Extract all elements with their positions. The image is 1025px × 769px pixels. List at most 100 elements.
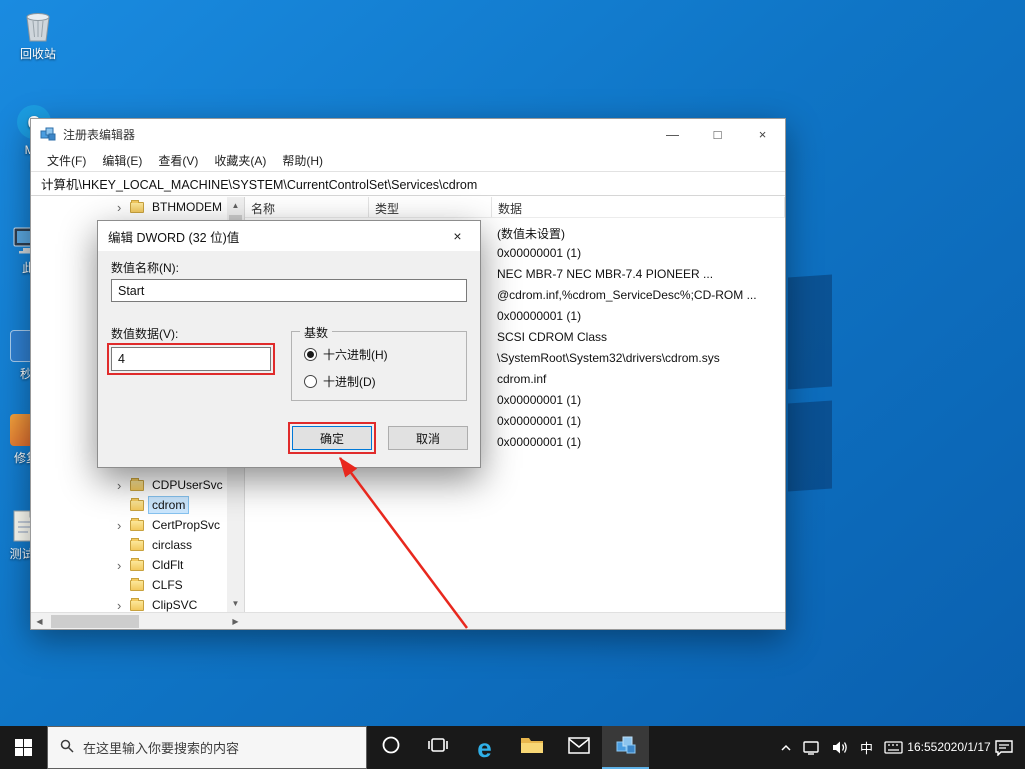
regedit-taskbar-button[interactable] [602,726,649,769]
action-center-icon[interactable] [995,740,1013,756]
address-bar[interactable]: 计算机\HKEY_LOCAL_MACHINE\SYSTEM\CurrentCon… [31,171,785,196]
expand-arrow-icon[interactable] [117,559,130,572]
value-row[interactable]: NEC MBR-7 NEC MBR-7.4 PIONEER ... [497,264,783,285]
scroll-down-icon[interactable]: ▼ [227,595,244,612]
edge-button[interactable]: e [461,726,508,769]
tray-chevron-up-icon[interactable] [780,743,792,753]
radio-button-icon[interactable] [304,375,317,388]
value-row[interactable]: 0x00000001 (1) [497,390,783,411]
base-groupbox: 基数 十六进制(H) 十进制(D) [291,331,467,401]
dialog-close-button[interactable]: × [435,221,480,251]
expand-arrow-icon[interactable] [117,479,130,492]
column-headers: 名称 类型 数据 [245,197,785,218]
expand-arrow-icon[interactable] [117,201,130,214]
radio-hexadecimal[interactable]: 十六进制(H) [304,346,388,363]
tree-item[interactable]: CLFS [31,575,227,595]
menu-item[interactable]: 编辑(E) [94,152,150,169]
folder-icon [130,202,144,213]
value-name-input[interactable]: Start [111,279,467,302]
tree-item-label: CLFS [149,577,186,593]
tree-item[interactable]: circlass [31,535,227,555]
minimize-button[interactable]: — [650,119,695,149]
expand-arrow-icon[interactable] [117,599,130,612]
value-row[interactable]: \SystemRoot\System32\drivers\cdrom.sys [497,348,783,369]
scroll-left-icon[interactable]: ◀ [31,613,48,630]
scroll-up-icon[interactable]: ▲ [227,197,244,214]
taskbar-clock[interactable]: 16:55 2020/1/17 [914,739,984,755]
value-row[interactable]: cdrom.inf [497,369,783,390]
tree-item[interactable]: ClipSVC [31,595,227,612]
menu-item[interactable]: 收藏夹(A) [206,152,274,169]
mail-icon [568,737,590,759]
dialog-title: 编辑 DWORD (32 位)值 [108,227,239,246]
folder-icon [130,580,144,591]
folder-icon [130,520,144,531]
value-row[interactable]: 0x00000001 (1) [497,243,783,264]
value-row[interactable]: 0x00000001 (1) [497,306,783,327]
touch-keyboard-icon[interactable] [884,741,903,754]
volume-icon[interactable] [832,740,849,755]
value-row[interactable]: @cdrom.inf,%cdrom_ServiceDesc%;CD-ROM ..… [497,285,783,306]
value-data-input[interactable]: 4 [111,347,271,371]
value-data-label: 数值数据(V): [111,325,178,342]
edge-icon: e [477,735,491,761]
folder-icon [130,560,144,571]
horizontal-scrollbar[interactable]: ◀ ▶ [31,612,785,629]
recycle-bin-icon [19,8,57,44]
task-view-button[interactable] [414,726,461,769]
menu-item[interactable]: 查看(V) [150,152,206,169]
ok-button[interactable]: 确定 [292,426,372,450]
tree-item[interactable]: CertPropSvc [31,515,227,535]
dialog-titlebar[interactable]: 编辑 DWORD (32 位)值 × [98,221,480,251]
scrollbar-thumb[interactable] [51,615,139,628]
value-data-text: 0x00000001 (1) [497,246,581,260]
tree-item[interactable]: BTHMODEM [31,197,227,217]
tree-item[interactable]: cdrom [31,495,227,515]
column-header-data[interactable]: 数据 [492,197,785,217]
expand-arrow-icon[interactable] [117,519,130,532]
tree-item-label: CldFlt [149,557,186,573]
value-row[interactable]: SCSI CDROM Class [497,327,783,348]
desktop-icon-recycle-bin[interactable]: 回收站 [10,8,66,62]
radio-decimal[interactable]: 十进制(D) [304,373,376,390]
cortana-button[interactable] [367,726,414,769]
column-header-type[interactable]: 类型 [369,197,492,217]
value-row[interactable]: 0x00000001 (1) [497,411,783,432]
value-data-text: 0x00000001 (1) [497,393,581,407]
tree-item[interactable]: CldFlt [31,555,227,575]
windows-logo-icon [15,739,32,756]
scroll-right-icon[interactable]: ▶ [227,613,244,630]
taskbar-search-box[interactable]: 在这里输入你要搜索的内容 [47,726,367,769]
search-icon [60,739,74,756]
value-row[interactable]: 0x00000001 (1) [497,432,783,453]
value-data-text: SCSI CDROM Class [497,330,607,344]
menu-item[interactable]: 帮助(H) [274,152,331,169]
radio-button-icon[interactable] [304,348,317,361]
value-rows: (数值未设置) 0x00000001 (1) NEC MBR-7 NEC MBR… [497,222,783,453]
folder-icon [130,600,144,611]
value-name-label: 数值名称(N): [111,259,179,276]
clock-time: 16:55 [907,739,937,755]
regedit-titlebar[interactable]: 注册表编辑器 — □ × [31,119,785,149]
network-icon[interactable] [803,741,821,755]
clock-date: 2020/1/17 [937,739,990,755]
mail-button[interactable] [555,726,602,769]
column-header-name[interactable]: 名称 [245,197,369,217]
value-row[interactable]: (数值未设置) [497,222,783,243]
tree-item-label: CertPropSvc [149,517,223,533]
folder-icon [130,480,144,491]
file-explorer-button[interactable] [508,726,555,769]
window-title: 注册表编辑器 [63,126,135,143]
ime-indicator[interactable]: 中 [860,738,873,757]
menu-item[interactable]: 文件(F) [39,152,94,169]
tree-item-label: cdrom [149,497,188,513]
tree-item-label: CDPUserSvc [149,477,226,493]
tree-item[interactable]: CDPUserSvc [31,475,227,495]
tree-item-label: BTHMODEM [149,199,225,215]
close-button[interactable]: × [740,119,785,149]
cancel-button[interactable]: 取消 [388,426,468,450]
maximize-button[interactable]: □ [695,119,740,149]
radio-hex-label: 十六进制(H) [323,346,388,363]
value-data-text: 0x00000001 (1) [497,309,581,323]
start-button[interactable] [0,726,47,769]
